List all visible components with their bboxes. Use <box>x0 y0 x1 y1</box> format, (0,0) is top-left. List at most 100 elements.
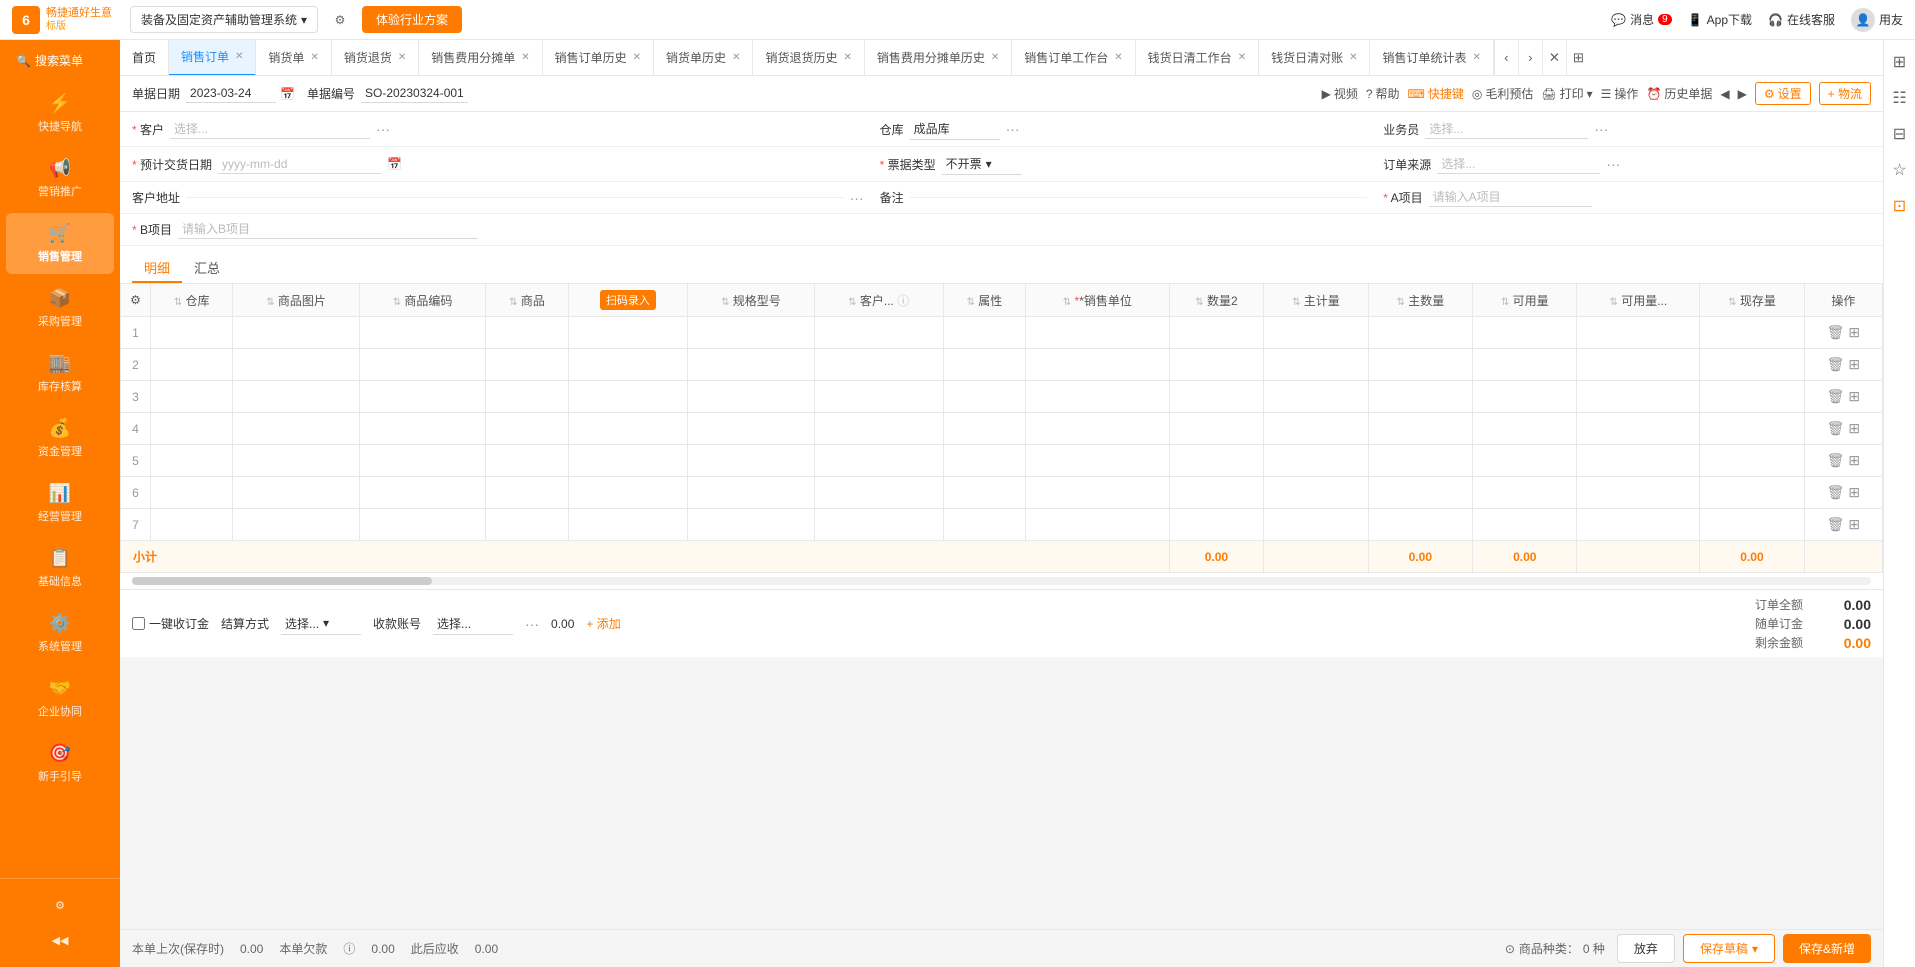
table-cell[interactable] <box>359 349 485 381</box>
col-available2[interactable]: ⇅ 可用量... <box>1577 284 1700 317</box>
table-cell[interactable] <box>688 381 814 413</box>
tab-close-icon[interactable]: ✕ <box>1114 52 1122 63</box>
customer-ellipsis[interactable]: ··· <box>376 121 390 137</box>
table-cell[interactable] <box>1368 509 1472 541</box>
one-click-payment-checkbox[interactable]: 一键收订金 <box>132 615 209 632</box>
table-cell[interactable] <box>486 509 568 541</box>
delete-icon[interactable]: 🗑 <box>1827 356 1845 373</box>
col-stock[interactable]: ⇅ 现存量 <box>1700 284 1804 317</box>
scrollbar-thumb[interactable] <box>132 577 432 585</box>
table-cell[interactable] <box>1026 349 1170 381</box>
delete-icon[interactable]: 🗑 <box>1827 420 1845 437</box>
sidebar-item-enterprise[interactable]: 🤝 企业协同 <box>6 668 114 729</box>
table-cell[interactable] <box>688 509 814 541</box>
table-cell[interactable] <box>1368 477 1472 509</box>
tab-expand-btn[interactable]: ⊞ <box>1566 40 1590 76</box>
table-cell[interactable] <box>1368 445 1472 477</box>
table-cell[interactable] <box>1026 509 1170 541</box>
table-cell[interactable] <box>1473 509 1577 541</box>
table-cell[interactable] <box>1026 317 1170 349</box>
table-cell[interactable] <box>233 413 359 445</box>
table-cell[interactable] <box>1577 317 1700 349</box>
copy-icon[interactable]: ⊞ <box>1848 516 1860 533</box>
tab-sales-slip[interactable]: 销货单 ✕ <box>256 40 331 76</box>
view-btn[interactable]: ▶ 视频 <box>1322 85 1358 102</box>
scan-button[interactable]: 扫码录入 <box>600 290 656 310</box>
table-cell[interactable] <box>1473 349 1577 381</box>
system-settings-icon[interactable]: ⚙ <box>326 6 354 34</box>
sidebar-item-search[interactable]: 🔍 搜索菜单 <box>8 48 112 73</box>
table-cell[interactable] <box>568 413 688 445</box>
add-logistics-btn[interactable]: + 物流 <box>1819 82 1871 105</box>
calendar-icon[interactable]: 📅 <box>280 87 295 101</box>
settlement-select[interactable]: 选择... ▾ <box>281 613 361 635</box>
copy-icon[interactable]: ⊞ <box>1848 356 1860 373</box>
remark-value[interactable] <box>910 197 1368 198</box>
copy-icon[interactable]: ⊞ <box>1848 484 1860 501</box>
col-available[interactable]: ⇅ 可用量 <box>1473 284 1577 317</box>
table-cell[interactable] <box>688 477 814 509</box>
right-settings-icon[interactable]: ⊞ <box>1886 48 1914 76</box>
delete-icon[interactable]: 🗑 <box>1827 324 1845 341</box>
sidebar-item-inventory[interactable]: 🏬 库存核算 <box>6 343 114 404</box>
table-cell[interactable] <box>1473 381 1577 413</box>
table-cell[interactable] <box>151 445 233 477</box>
table-cell[interactable] <box>1700 477 1804 509</box>
a-project-input[interactable] <box>1429 188 1592 207</box>
tab-menu-btn[interactable]: ✕ <box>1542 40 1566 76</box>
table-cell[interactable] <box>568 381 688 413</box>
table-cell[interactable] <box>486 477 568 509</box>
table-cell[interactable] <box>233 477 359 509</box>
table-cell[interactable] <box>1169 509 1264 541</box>
table-cell[interactable] <box>814 349 943 381</box>
table-cell[interactable] <box>1700 317 1804 349</box>
tab-prev-btn[interactable]: ‹ <box>1494 40 1518 76</box>
table-cell[interactable] <box>1264 509 1368 541</box>
account-select[interactable]: 选择... <box>433 613 513 635</box>
add-payment-btn[interactable]: + 添加 <box>586 615 620 632</box>
b-project-input[interactable] <box>178 220 478 239</box>
col-product[interactable]: ⇅ 商品 <box>486 284 568 317</box>
order-source-input[interactable] <box>1437 155 1600 174</box>
tab-slip-history[interactable]: 销货单历史 ✕ <box>654 40 753 76</box>
user-menu[interactable]: 👤 用友 <box>1851 8 1903 32</box>
table-cell[interactable] <box>943 317 1025 349</box>
right-scan-icon[interactable]: ⊡ <box>1886 192 1914 220</box>
save-draft-dropdown-icon[interactable]: ▾ <box>1752 942 1758 956</box>
sidebar-item-finance[interactable]: 💰 资金管理 <box>6 408 114 469</box>
tab-sales-return[interactable]: 销货退货 ✕ <box>332 40 419 76</box>
delete-icon[interactable]: 🗑 <box>1827 452 1845 469</box>
table-cell[interactable] <box>1264 413 1368 445</box>
table-cell[interactable] <box>1577 445 1700 477</box>
next-record-btn[interactable]: ▶ <box>1738 87 1747 101</box>
delete-icon[interactable]: 🗑 <box>1827 516 1845 533</box>
tab-return-history[interactable]: 销货退货历史 ✕ <box>753 40 864 76</box>
tab-daily-workbench[interactable]: 钱货日清工作台 ✕ <box>1136 40 1259 76</box>
tab-close-icon[interactable]: ✕ <box>843 52 851 63</box>
prev-record-btn[interactable]: ◀ <box>1720 87 1729 101</box>
table-cell[interactable] <box>151 349 233 381</box>
col-settings[interactable]: ⚙ <box>121 284 151 317</box>
table-cell[interactable] <box>814 317 943 349</box>
table-cell[interactable] <box>814 381 943 413</box>
table-cell[interactable] <box>1264 445 1368 477</box>
table-cell[interactable] <box>151 477 233 509</box>
table-cell[interactable] <box>1264 477 1368 509</box>
table-cell[interactable] <box>1026 413 1170 445</box>
sidebar-item-system[interactable]: ⚙️ 系统管理 <box>6 603 114 664</box>
table-cell[interactable] <box>1473 317 1577 349</box>
table-cell[interactable] <box>1026 445 1170 477</box>
tab-close-icon[interactable]: ✕ <box>1349 52 1357 63</box>
print-dropdown-icon[interactable]: ▾ <box>1587 87 1593 101</box>
invoice-type-select[interactable]: 不开票 ▾ <box>942 153 1022 175</box>
table-cell[interactable] <box>1473 445 1577 477</box>
tab-close-icon[interactable]: ✕ <box>235 51 243 62</box>
table-cell[interactable] <box>814 477 943 509</box>
right-fingerprint-icon[interactable]: ☷ <box>1886 84 1914 112</box>
tab-close-icon[interactable]: ✕ <box>633 52 641 63</box>
tab-close-icon[interactable]: ✕ <box>1473 52 1481 63</box>
table-cell[interactable] <box>486 445 568 477</box>
table-cell[interactable] <box>688 445 814 477</box>
address-ellipsis[interactable]: ··· <box>850 190 864 206</box>
tab-expense-history[interactable]: 销售费用分摊单历史 ✕ <box>865 40 1012 76</box>
